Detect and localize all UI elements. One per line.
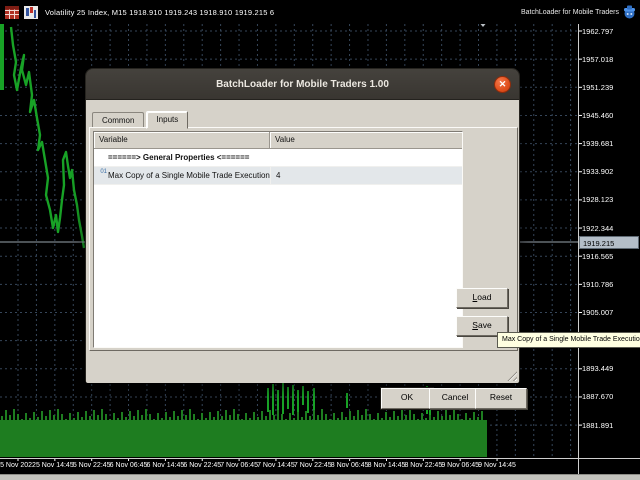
current-price-badge: 1919.215: [579, 236, 639, 249]
variable-cell: Max Copy of a Single Mobile Trade Execut…: [108, 171, 270, 180]
terminal-window: 1962.797 1957.018 1951.239 1945.460 1939.681…: [0, 0, 640, 480]
price-axis-label: 1962.797: [582, 26, 614, 36]
time-axis[interactable]: 5 Nov 2022 5 Nov 14:45 5 Nov 22:45 6 Nov 06…: [0, 459, 640, 474]
price-axis-label: 1916.565: [582, 251, 614, 261]
price-axis-label: 1910.786: [582, 279, 614, 289]
time-axis-label: 6 Nov 22:45: [183, 462, 222, 469]
inputs-tab-panel: Variable Value ======> General Propertie…: [89, 127, 518, 351]
time-axis-label: 8 Nov 22:45: [404, 462, 443, 469]
price-axis-line: [578, 24, 579, 474]
load-button[interactable]: Load: [456, 288, 508, 308]
table-row[interactable]: ======> General Properties <======: [94, 149, 462, 167]
volume-histogram: [0, 420, 487, 457]
variable-cell: ======> General Properties <======: [108, 153, 250, 162]
time-axis-label: 7 Nov 22:45: [293, 462, 332, 469]
price-axis-label: 1893.449: [582, 364, 614, 374]
dialog-title: BatchLoader for Mobile Traders 1.00: [216, 79, 389, 90]
time-axis-label: 7 Nov 06:45: [220, 462, 258, 469]
table-row[interactable]: 01 Max Copy of a Single Mobile Trade Exe…: [94, 167, 462, 185]
expert-advisor-icon[interactable]: [623, 5, 636, 19]
time-axis-label: 7 Nov 14:45: [257, 462, 295, 469]
chart-type-icon[interactable]: [24, 5, 38, 19]
cancel-button[interactable]: Cancel: [429, 388, 481, 409]
price-axis-label: 1881.891: [582, 420, 614, 430]
symbol-ohlc-readout: Volatility 25 Index, M15 1918.910 1919.2…: [45, 7, 275, 17]
price-axis-label: 1922.344: [582, 223, 614, 233]
price-axis-label: 1951.239: [582, 82, 614, 92]
time-axis-label: 6 Nov 06:45: [109, 462, 148, 469]
time-axis-label: 9 Nov 14:45: [478, 462, 516, 469]
time-axis-label: 8 Nov 14:45: [367, 462, 406, 469]
table-header-row: Variable Value: [94, 132, 462, 149]
price-axis-label: 1945.460: [582, 110, 614, 120]
tab-common[interactable]: Common: [92, 112, 145, 128]
column-header-value[interactable]: Value: [270, 132, 462, 148]
time-axis-label: 8 Nov 06:45: [330, 462, 369, 469]
price-axis-label: 1957.018: [582, 54, 614, 64]
column-header-variable[interactable]: Variable: [94, 132, 270, 148]
price-axis-label: 1939.681: [582, 139, 614, 149]
time-axis-label: 6 Nov 14:45: [146, 462, 185, 469]
tooltip: Max Copy of a Single Mobile Trade Execut…: [497, 332, 640, 348]
window-bottom-strip: [0, 474, 640, 480]
row-index: [94, 149, 107, 151]
price-axis-label: 1905.007: [582, 308, 614, 317]
time-axis-label: 5 Nov 22:45: [72, 462, 111, 469]
dialog-tabs: Common Inputs: [92, 111, 190, 129]
market-watch-icon[interactable]: [5, 5, 19, 19]
time-axis-label: 5 Nov 14:45: [35, 462, 74, 469]
chart-header-bar: Volatility 25 Index, M15 1918.910 1919.2…: [0, 0, 640, 24]
time-axis-label: 5 Nov 2022: [0, 462, 36, 469]
inputs-table[interactable]: Variable Value ======> General Propertie…: [93, 131, 463, 348]
price-axis-label: 1933.902: [582, 167, 614, 177]
close-icon[interactable]: ✕: [494, 76, 511, 93]
price-axis-label: 1928.123: [582, 195, 614, 205]
ok-button[interactable]: OK: [380, 387, 434, 410]
batchloader-dialog: BatchLoader for Mobile Traders 1.00 ✕ Co…: [85, 68, 527, 410]
price-axis-label: 1887.670: [582, 392, 614, 402]
row-index: 01: [100, 169, 107, 175]
value-cell[interactable]: 4: [270, 167, 462, 184]
dialog-body: Common Inputs Variable Value ======> Gen…: [86, 100, 527, 410]
expert-advisor-name: BatchLoader for Mobile Traders: [520, 8, 619, 16]
reset-button[interactable]: Reset: [475, 388, 527, 409]
time-axis-label: 9 Nov 06:45: [441, 462, 480, 469]
resize-grip[interactable]: [505, 369, 517, 381]
dialog-titlebar[interactable]: BatchLoader for Mobile Traders 1.00 ✕: [86, 69, 519, 100]
tab-inputs[interactable]: Inputs: [146, 111, 189, 129]
